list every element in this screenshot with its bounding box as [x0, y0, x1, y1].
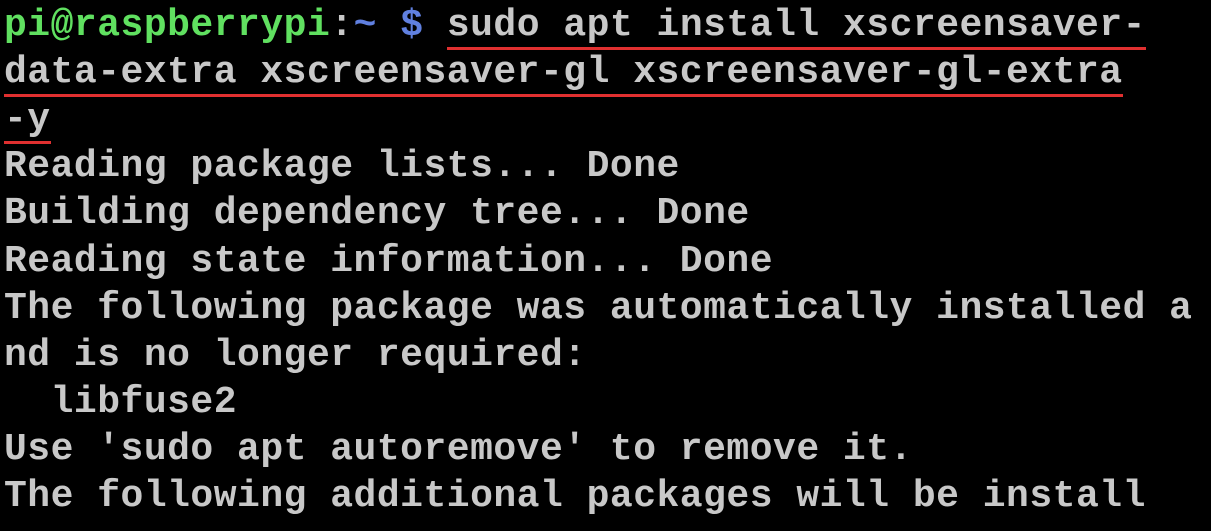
prompt-user-host: pi@raspberrypi [4, 4, 330, 47]
output-line: The following additional packages will b… [4, 475, 1146, 518]
prompt-symbol: $ [377, 4, 447, 47]
output-line: The following package was automatically … [4, 287, 1193, 377]
command-text-line3: -y [4, 98, 51, 144]
command-text-line1: sudo apt install xscreensaver- [447, 4, 1146, 50]
output-line: Reading package lists... Done [4, 145, 680, 188]
terminal-window[interactable]: pi@raspberrypi:~ $ sudo apt install xscr… [4, 2, 1207, 520]
prompt-path: ~ [354, 4, 377, 47]
output-line: Reading state information... Done [4, 240, 773, 283]
output-line: libfuse2 [4, 381, 237, 424]
output-line: Building dependency tree... Done [4, 192, 750, 235]
prompt-separator: : [330, 4, 353, 47]
command-text-line2: data-extra xscreensaver-gl xscreensaver-… [4, 51, 1123, 97]
output-line: Use 'sudo apt autoremove' to remove it. [4, 428, 913, 471]
